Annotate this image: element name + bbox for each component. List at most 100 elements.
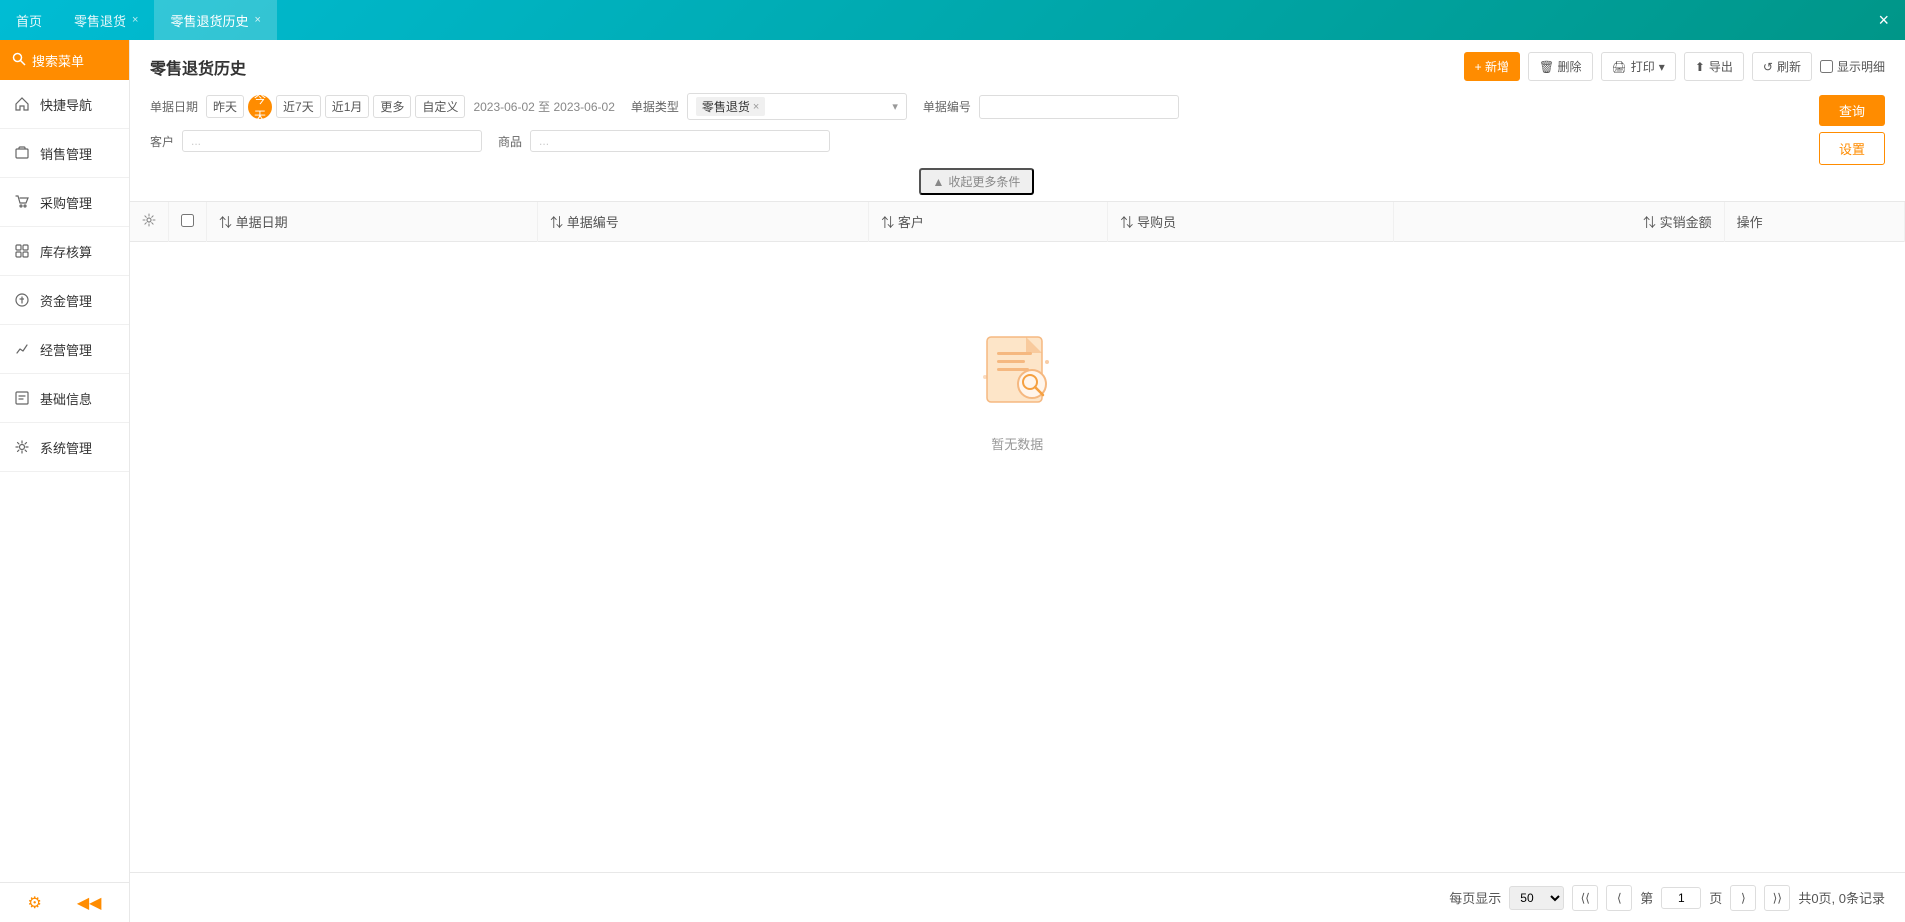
date-btn-more[interactable]: 更多 — [373, 95, 411, 118]
table-header-row: ⇅ 单据日期 ⇅ 单据编号 ⇅ 客户 ⇅ 导购员 — [130, 202, 1905, 242]
page-unit: 页 — [1709, 888, 1722, 907]
doc-type-label: 单据类型 — [631, 98, 679, 115]
data-table: ⇅ 单据日期 ⇅ 单据编号 ⇅ 客户 ⇅ 导购员 — [130, 202, 1905, 533]
purchase-icon — [12, 192, 32, 212]
select-all-checkbox[interactable] — [181, 214, 194, 227]
collapse-row: ▲ 收起更多条件 — [150, 162, 1803, 201]
page-title: 零售退货历史 — [150, 55, 246, 79]
show-detail-checkbox[interactable] — [1820, 60, 1833, 73]
collapse-button[interactable]: ▲ 收起更多条件 — [919, 168, 1035, 195]
tab-retail-return[interactable]: 零售退货 × — [58, 0, 154, 40]
tab-bar: 首页 零售退货 × 零售退货历史 × — [0, 0, 1862, 40]
date-btn-today[interactable]: 今天 — [248, 95, 272, 119]
first-page-button[interactable]: ⟨⟨ — [1572, 885, 1598, 911]
show-detail-checkbox-label[interactable]: 显示明细 — [1820, 58, 1885, 75]
page-input[interactable] — [1661, 887, 1701, 909]
top-bar: 首页 零售退货 × 零售退货历史 × × — [0, 0, 1905, 40]
tab-close-retail-return-history[interactable]: × — [254, 14, 260, 26]
date-btn-7days[interactable]: 近7天 — [276, 95, 321, 118]
doc-type-tag-close[interactable]: × — [753, 101, 759, 113]
doc-type-chevron-icon: ▾ — [892, 100, 898, 113]
sidebar-item-inventory[interactable]: 库存核算 — [0, 227, 129, 276]
customer-select[interactable]: ... — [182, 130, 482, 152]
date-btn-custom[interactable]: 自定义 — [415, 95, 465, 118]
sales-icon — [12, 143, 32, 163]
th-amount[interactable]: ⇅ 实销金额 — [1393, 202, 1724, 242]
customer-label: 客户 — [150, 133, 174, 150]
th-checkbox[interactable] — [169, 202, 207, 242]
collapse-up-icon: ▲ — [933, 175, 945, 189]
page-header: 零售退货历史 + 新增 🗑 删除 🖨 打印 ▾ ⬆ 导出 ↺ — [130, 40, 1905, 202]
last-page-button[interactable]: ⟩⟩ — [1764, 885, 1790, 911]
doc-type-filter: 单据类型 零售退货 × ▾ — [631, 93, 907, 120]
sidebar-menu: 快捷导航 销售管理 — [0, 80, 129, 882]
sidebar-item-quick-nav[interactable]: 快捷导航 — [0, 80, 129, 129]
empty-state: 暂无数据 — [130, 242, 1905, 533]
sidebar-item-basic-info[interactable]: 基础信息 — [0, 374, 129, 423]
empty-state-row: 暂无数据 — [130, 242, 1905, 534]
prev-page-button[interactable]: ⟨ — [1606, 885, 1632, 911]
th-settings[interactable] — [130, 202, 169, 242]
sidebar-item-system-mgmt[interactable]: 系统管理 — [0, 423, 129, 472]
tab-home[interactable]: 首页 — [0, 0, 58, 40]
export-icon: ⬆ — [1695, 60, 1705, 74]
date-btn-yesterday[interactable]: 昨天 — [206, 95, 244, 118]
next-page-button[interactable]: ⟩ — [1730, 885, 1756, 911]
export-button[interactable]: ⬆ 导出 — [1684, 52, 1744, 81]
doc-no-label: 单据编号 — [923, 98, 971, 115]
filter-fields: 单据日期 昨天 今天 近7天 近1月 更多 自定义 2023-06-02 至 2… — [150, 93, 1803, 201]
sidebar-item-operations[interactable]: 经营管理 — [0, 325, 129, 374]
table-body: 暂无数据 — [130, 242, 1905, 534]
audio-bottom-icon[interactable]: ◀◀ — [77, 893, 102, 913]
system-icon — [12, 437, 32, 457]
sidebar-search[interactable]: 搜索菜单 — [0, 40, 129, 80]
page-size-select[interactable]: 10 20 50 100 — [1509, 886, 1564, 910]
table-settings-icon[interactable] — [142, 215, 156, 230]
operations-icon — [12, 339, 32, 359]
doc-no-filter: 单据编号 — [923, 95, 1179, 119]
tab-retail-return-history[interactable]: 零售退货历史 × — [154, 0, 276, 40]
sidebar-item-finance[interactable]: 资金管理 — [0, 276, 129, 325]
delete-button[interactable]: 🗑 删除 — [1528, 52, 1593, 81]
th-customer[interactable]: ⇅ 客户 — [869, 202, 1108, 242]
toolbar-buttons: + 新增 🗑 删除 🖨 打印 ▾ ⬆ 导出 ↺ 刷新 — [1464, 52, 1885, 81]
inventory-icon — [12, 241, 32, 261]
filter-row-1: 单据日期 昨天 今天 近7天 近1月 更多 自定义 2023-06-02 至 2… — [150, 93, 1803, 120]
print-icon: 🖨 — [1612, 60, 1627, 74]
query-button[interactable]: 查询 — [1819, 95, 1885, 126]
search-icon — [12, 52, 26, 69]
page-label: 第 — [1640, 888, 1653, 907]
doc-no-input[interactable] — [979, 95, 1179, 119]
tab-close-retail-return[interactable]: × — [132, 14, 138, 26]
filter-area: 单据日期 昨天 今天 近7天 近1月 更多 自定义 2023-06-02 至 2… — [150, 93, 1885, 201]
basic-info-icon — [12, 388, 32, 408]
goods-label: 商品 — [498, 133, 522, 150]
settings-button[interactable]: 设置 — [1819, 132, 1885, 165]
date-filter: 单据日期 昨天 今天 近7天 近1月 更多 自定义 2023-06-02 至 2… — [150, 95, 615, 119]
new-button[interactable]: + 新增 — [1464, 52, 1520, 81]
goods-select[interactable]: ... — [530, 130, 830, 152]
th-actions: 操作 — [1724, 202, 1904, 242]
th-date[interactable]: ⇅ 单据日期 — [207, 202, 538, 242]
home-icon — [12, 94, 32, 114]
page-title-row: 零售退货历史 + 新增 🗑 删除 🖨 打印 ▾ ⬆ 导出 ↺ — [150, 52, 1885, 81]
date-btn-1month[interactable]: 近1月 — [325, 95, 370, 118]
print-chevron-icon: ▾ — [1659, 60, 1665, 74]
doc-type-select[interactable]: 零售退货 × ▾ — [687, 93, 907, 120]
date-range: 2023-06-02 至 2023-06-02 — [473, 98, 614, 115]
sidebar: 搜索菜单 快捷导航 销售管理 — [0, 40, 130, 922]
sidebar-bottom: ⚙ ◀◀ — [0, 882, 129, 922]
print-button[interactable]: 🖨 打印 ▾ — [1601, 52, 1676, 81]
sidebar-item-sales-mgmt[interactable]: 销售管理 — [0, 129, 129, 178]
settings-bottom-icon[interactable]: ⚙ — [28, 893, 42, 913]
sidebar-item-purchase-mgmt[interactable]: 采购管理 — [0, 178, 129, 227]
date-label: 单据日期 — [150, 98, 198, 115]
finance-icon — [12, 290, 32, 310]
window-close-button[interactable]: × — [1862, 10, 1905, 31]
total-info: 共0页, 0条记录 — [1798, 888, 1885, 907]
main-layout: 搜索菜单 快捷导航 销售管理 — [0, 40, 1905, 922]
th-guide[interactable]: ⇅ 导购员 — [1108, 202, 1393, 242]
refresh-button[interactable]: ↺ 刷新 — [1752, 52, 1812, 81]
th-doc-no[interactable]: ⇅ 单据编号 — [538, 202, 869, 242]
page-size-label: 每页显示 — [1449, 888, 1501, 907]
